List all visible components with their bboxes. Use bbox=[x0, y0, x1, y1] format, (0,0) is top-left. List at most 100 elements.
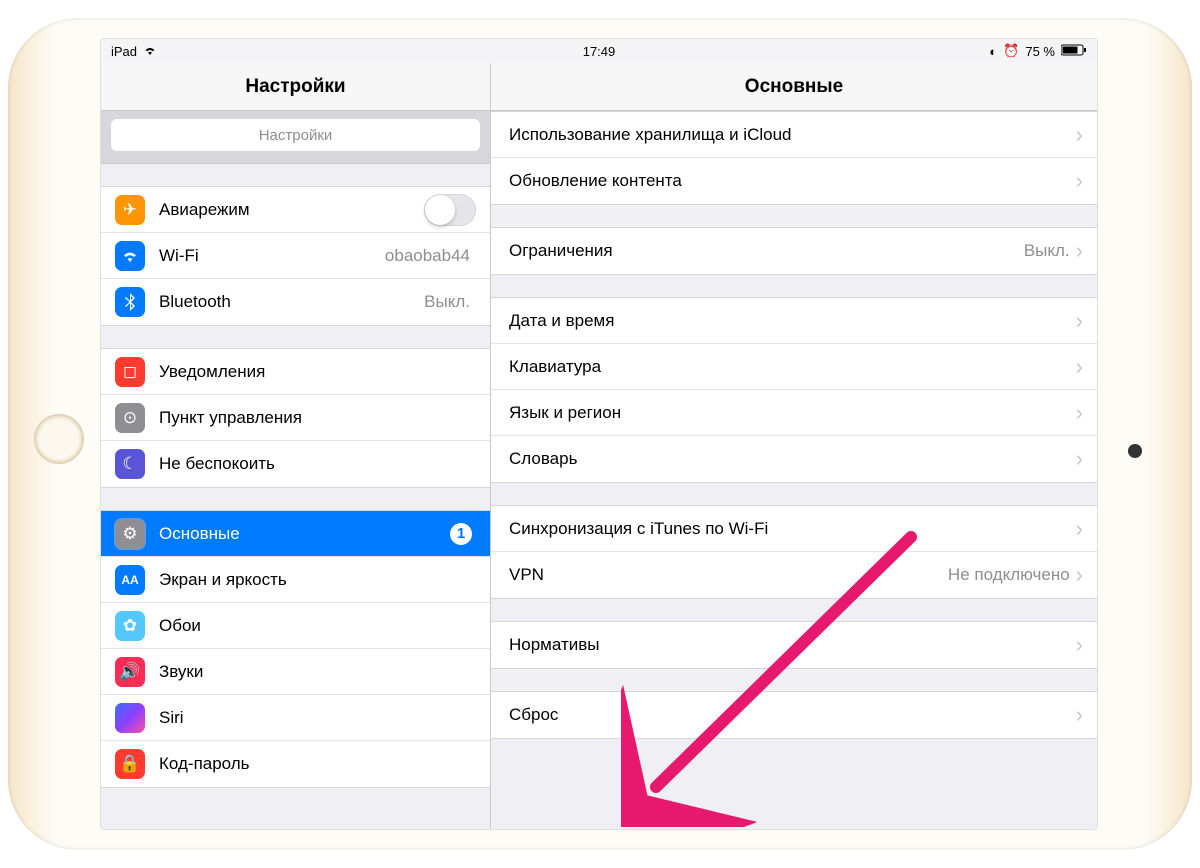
home-button[interactable] bbox=[34, 414, 84, 464]
detail-group-reset: Сброс › bbox=[491, 691, 1097, 739]
detail-group-regulatory: Нормативы › bbox=[491, 621, 1097, 669]
wifi-icon bbox=[143, 44, 157, 59]
detail-item-itunes-sync[interactable]: Синхронизация с iTunes по Wi-Fi › bbox=[491, 506, 1097, 552]
row-label: Основные bbox=[159, 524, 450, 544]
airplane-icon: ✈ bbox=[115, 195, 145, 225]
detail-item-keyboard[interactable]: Клавиатура › bbox=[491, 344, 1097, 390]
row-label: Код-пароль bbox=[159, 754, 476, 774]
detail-group-datetime: Дата и время › Клавиатура › Язык и регио… bbox=[491, 297, 1097, 483]
sidebar-group-connectivity: ✈ Авиарежим Wi-Fi obaobab44 bbox=[101, 186, 490, 326]
row-label: Обновление контента bbox=[509, 171, 1076, 191]
sidebar-item-dnd[interactable]: ☾ Не беспокоить bbox=[101, 441, 490, 487]
sidebar-group-general: ⚙ Основные 1 AA Экран и яркость ✿ Обои 🔊 bbox=[101, 510, 490, 788]
detail-pane: Основные Использование хранилища и iClou… bbox=[491, 63, 1097, 829]
moon-icon: ☾ bbox=[115, 449, 145, 479]
chevron-right-icon: › bbox=[1076, 702, 1083, 728]
search-input[interactable] bbox=[111, 119, 480, 151]
airplane-toggle[interactable] bbox=[424, 194, 476, 226]
chevron-right-icon: › bbox=[1076, 400, 1083, 426]
row-label: Дата и время bbox=[509, 311, 1076, 331]
sounds-icon: 🔊 bbox=[115, 657, 145, 687]
row-label: Экран и яркость bbox=[159, 570, 476, 590]
row-label: Пункт управления bbox=[159, 408, 476, 428]
sidebar-title: Настройки bbox=[101, 63, 490, 111]
chevron-right-icon: › bbox=[1076, 562, 1083, 588]
detail-item-language[interactable]: Язык и регион › bbox=[491, 390, 1097, 436]
ipad-bezel: iPad 17:49 ◐ ⏰ 75 % Настройки bbox=[8, 18, 1192, 850]
row-label: Обои bbox=[159, 616, 476, 636]
sidebar-item-sounds[interactable]: 🔊 Звуки bbox=[101, 649, 490, 695]
gear-icon: ⚙ bbox=[115, 519, 145, 549]
chevron-right-icon: › bbox=[1076, 122, 1083, 148]
restrictions-value: Выкл. bbox=[1024, 241, 1070, 261]
badge-count: 1 bbox=[450, 523, 472, 545]
alarm-icon: ⏰ bbox=[1003, 43, 1019, 59]
control-center-icon: ⊙ bbox=[115, 403, 145, 433]
chevron-right-icon: › bbox=[1076, 446, 1083, 472]
detail-item-datetime[interactable]: Дата и время › bbox=[491, 298, 1097, 344]
row-label: Не беспокоить bbox=[159, 454, 476, 474]
display-icon: AA bbox=[115, 565, 145, 595]
detail-item-reset[interactable]: Сброс › bbox=[491, 692, 1097, 738]
row-label: Словарь bbox=[509, 449, 1076, 469]
device-label: iPad bbox=[111, 44, 137, 59]
row-label: Ограничения bbox=[509, 241, 1024, 261]
status-bar: iPad 17:49 ◐ ⏰ 75 % bbox=[101, 39, 1097, 63]
row-label: Авиарежим bbox=[159, 200, 424, 220]
battery-pct: 75 % bbox=[1025, 44, 1055, 59]
clock: 17:49 bbox=[433, 44, 765, 59]
detail-item-dictionary[interactable]: Словарь › bbox=[491, 436, 1097, 482]
sidebar-item-passcode[interactable]: 🔒 Код-пароль bbox=[101, 741, 490, 787]
row-label: Нормативы bbox=[509, 635, 1076, 655]
notifications-icon: ◻ bbox=[115, 357, 145, 387]
detail-item-storage[interactable]: Использование хранилища и iCloud › bbox=[491, 112, 1097, 158]
bluetooth-icon bbox=[115, 287, 145, 317]
row-label: Bluetooth bbox=[159, 292, 424, 312]
row-label: Уведомления bbox=[159, 362, 476, 382]
detail-group-restrictions: Ограничения Выкл. › bbox=[491, 227, 1097, 275]
sidebar-item-siri[interactable]: Siri bbox=[101, 695, 490, 741]
sidebar-item-wifi[interactable]: Wi-Fi obaobab44 bbox=[101, 233, 490, 279]
sidebar-item-display[interactable]: AA Экран и яркость bbox=[101, 557, 490, 603]
sidebar-group-alerts: ◻ Уведомления ⊙ Пункт управления ☾ Не бе… bbox=[101, 348, 490, 488]
wifi-settings-icon bbox=[115, 241, 145, 271]
chevron-right-icon: › bbox=[1076, 308, 1083, 334]
detail-item-content-update[interactable]: Обновление контента › bbox=[491, 158, 1097, 204]
chevron-right-icon: › bbox=[1076, 354, 1083, 380]
row-label: Wi-Fi bbox=[159, 246, 385, 266]
detail-item-vpn[interactable]: VPN Не подключено › bbox=[491, 552, 1097, 598]
dnd-icon: ◐ bbox=[989, 44, 997, 59]
chevron-right-icon: › bbox=[1076, 516, 1083, 542]
detail-group-sync: Синхронизация с iTunes по Wi-Fi › VPN Не… bbox=[491, 505, 1097, 599]
wallpaper-icon: ✿ bbox=[115, 611, 145, 641]
row-label: Синхронизация с iTunes по Wi-Fi bbox=[509, 519, 1076, 539]
row-label: Язык и регион bbox=[509, 403, 1076, 423]
sidebar-item-general[interactable]: ⚙ Основные 1 bbox=[101, 511, 490, 557]
detail-title: Основные bbox=[491, 63, 1097, 111]
vpn-value: Не подключено bbox=[948, 565, 1070, 585]
row-label: Сброс bbox=[509, 705, 1076, 725]
chevron-right-icon: › bbox=[1076, 238, 1083, 264]
wifi-value: obaobab44 bbox=[385, 246, 470, 266]
siri-icon bbox=[115, 703, 145, 733]
bluetooth-value: Выкл. bbox=[424, 292, 470, 312]
chevron-right-icon: › bbox=[1076, 632, 1083, 658]
sidebar-item-control-center[interactable]: ⊙ Пункт управления bbox=[101, 395, 490, 441]
detail-item-restrictions[interactable]: Ограничения Выкл. › bbox=[491, 228, 1097, 274]
settings-sidebar: Настройки ✈ Авиарежим Wi-Fi bbox=[101, 63, 491, 829]
detail-item-regulatory[interactable]: Нормативы › bbox=[491, 622, 1097, 668]
sidebar-item-bluetooth[interactable]: Bluetooth Выкл. bbox=[101, 279, 490, 325]
sidebar-item-notifications[interactable]: ◻ Уведомления bbox=[101, 349, 490, 395]
row-label: Звуки bbox=[159, 662, 476, 682]
row-label: Использование хранилища и iCloud bbox=[509, 125, 1076, 145]
sidebar-item-airplane[interactable]: ✈ Авиарежим bbox=[101, 187, 490, 233]
search-wrap bbox=[101, 111, 490, 164]
detail-group-storage: Использование хранилища и iCloud › Обнов… bbox=[491, 111, 1097, 205]
battery-icon bbox=[1061, 44, 1087, 59]
row-label: Клавиатура bbox=[509, 357, 1076, 377]
lock-icon: 🔒 bbox=[115, 749, 145, 779]
camera-dot bbox=[1128, 444, 1142, 458]
row-label: VPN bbox=[509, 565, 948, 585]
row-label: Siri bbox=[159, 708, 476, 728]
sidebar-item-wallpaper[interactable]: ✿ Обои bbox=[101, 603, 490, 649]
